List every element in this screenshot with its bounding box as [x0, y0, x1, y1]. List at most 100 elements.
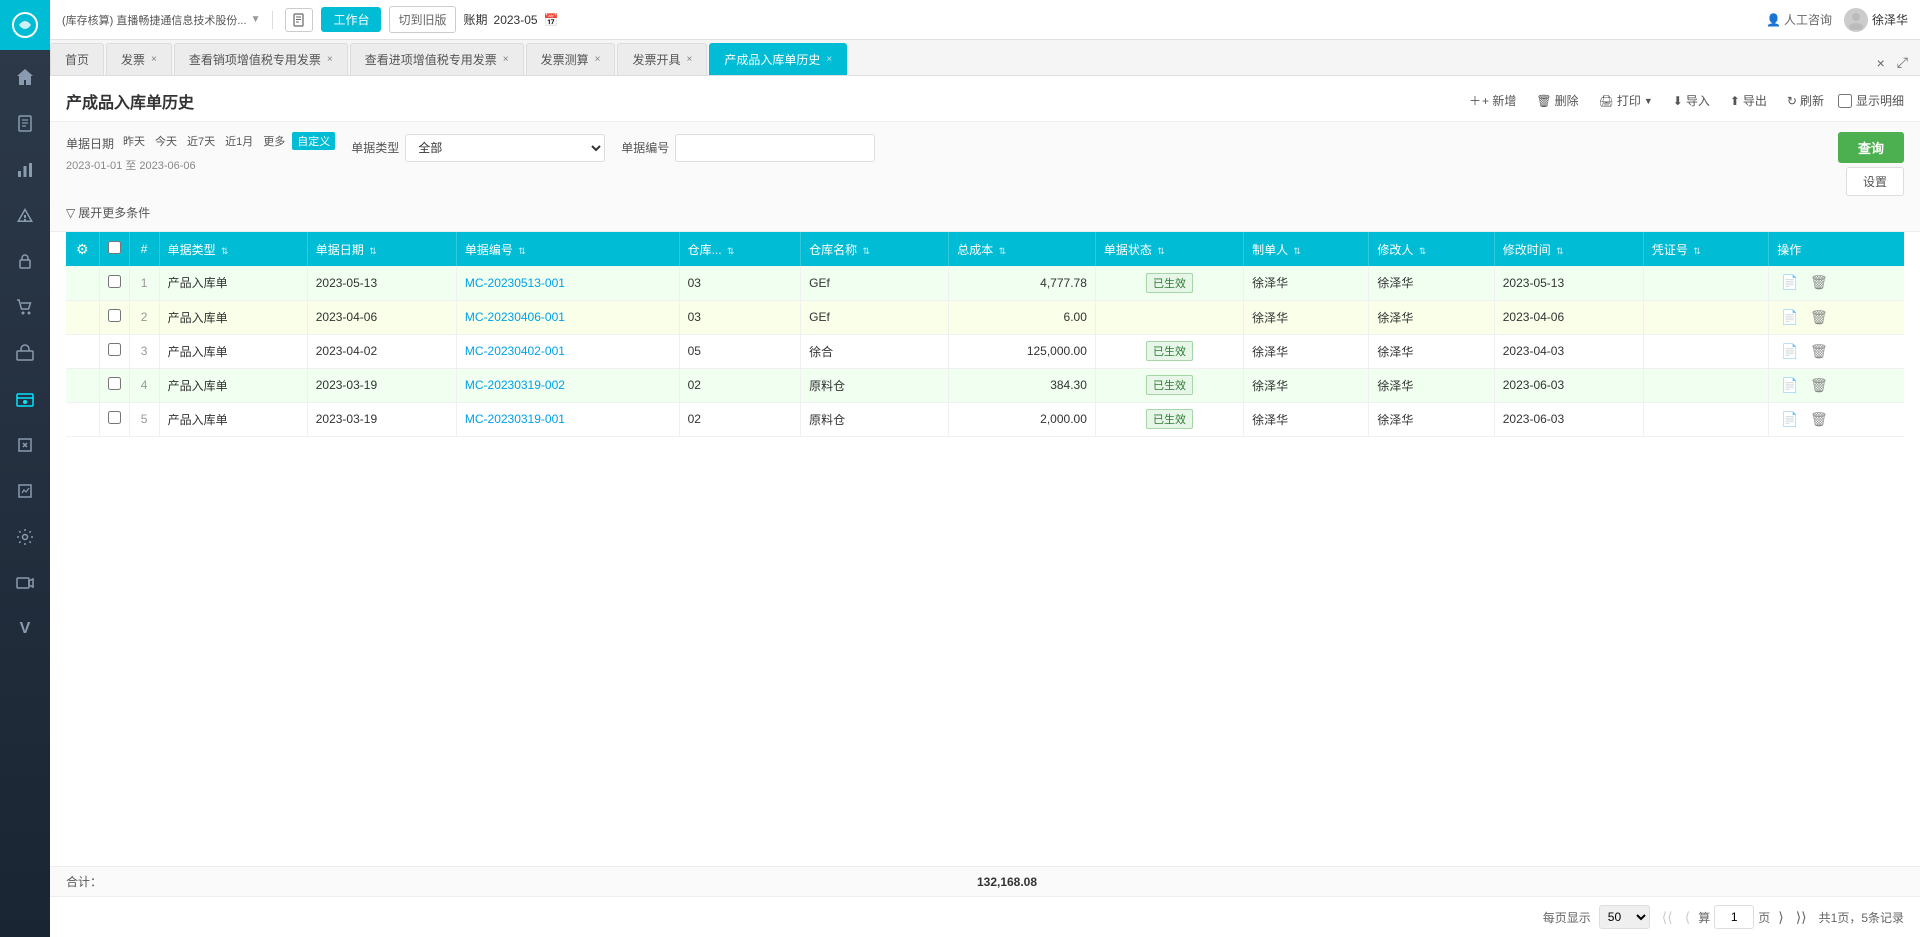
sidebar-item-video[interactable] [0, 560, 50, 606]
th-status[interactable]: 单据状态 ⇅ [1095, 232, 1243, 266]
sidebar-item-purchase[interactable] [0, 284, 50, 330]
tab-close-all-button[interactable]: × [1873, 53, 1889, 73]
workspace-button[interactable]: 工作台 [321, 7, 381, 32]
last-page-button[interactable]: ⟩⟩ [1792, 907, 1811, 928]
tab-invoice-open[interactable]: 发票开具 × [617, 43, 707, 75]
tab-query-purchase-close[interactable]: × [503, 54, 509, 65]
row-checkbox[interactable] [108, 275, 121, 288]
th-checkbox[interactable] [99, 232, 129, 266]
tab-product-history-close[interactable]: × [826, 54, 832, 65]
expand-filter-button[interactable]: ▽ 展开更多条件 [66, 204, 150, 221]
th-type[interactable]: 单据类型 ⇅ [159, 232, 307, 266]
sidebar-item-warning[interactable] [0, 192, 50, 238]
sidebar-item-lock[interactable] [0, 238, 50, 284]
doc-number-link[interactable]: MC-20230406-001 [465, 310, 565, 324]
help-button[interactable]: 👤 人工咨询 [1766, 11, 1832, 28]
page-input[interactable] [1714, 905, 1754, 929]
print-button[interactable]: 🖨 打印 ▼ [1593, 88, 1659, 113]
sidebar-item-v[interactable]: V [0, 606, 50, 652]
shortcut-yesterday[interactable]: 昨天 [120, 132, 148, 150]
th-total-cost[interactable]: 总成本 ⇅ [949, 232, 1096, 266]
number-filter-input[interactable] [675, 134, 875, 162]
reset-button[interactable]: 设置 [1846, 167, 1904, 196]
td-checkbox[interactable] [99, 300, 129, 334]
tab-query-sales[interactable]: 查看销项增值税专用发票 × [174, 43, 348, 75]
sidebar-item-finance[interactable] [0, 376, 50, 422]
tab-expand-button[interactable]: ⤢ [1893, 52, 1912, 73]
view-button[interactable]: 📄 [1777, 341, 1802, 362]
export-button[interactable]: ⬆ 导出 [1724, 88, 1773, 113]
sidebar-item-tax[interactable] [0, 422, 50, 468]
row-checkbox[interactable] [108, 343, 121, 356]
delete-row-button[interactable]: 🗑 [1806, 272, 1832, 293]
doc-number-link[interactable]: MC-20230319-002 [465, 378, 565, 392]
th-modify-time[interactable]: 修改时间 ⇅ [1494, 232, 1643, 266]
th-date[interactable]: 单据日期 ⇅ [307, 232, 456, 266]
type-filter-select[interactable]: 全部 产品入库单 [405, 134, 605, 162]
new-button[interactable]: ＋ + 新增 [1463, 88, 1522, 113]
shortcut-custom[interactable]: 自定义 [292, 132, 335, 150]
prev-page-button[interactable]: ⟨ [1681, 907, 1694, 928]
sidebar-item-inventory[interactable] [0, 330, 50, 376]
delete-row-button[interactable]: 🗑 [1806, 341, 1832, 362]
td-checkbox[interactable] [99, 334, 129, 368]
tab-query-purchase[interactable]: 查看进项增值税专用发票 × [350, 43, 524, 75]
doc-number-link[interactable]: MC-20230402-001 [465, 344, 565, 358]
next-page-button[interactable]: ⟩ [1774, 907, 1787, 928]
th-voucher[interactable]: 凭证号 ⇅ [1643, 232, 1768, 266]
first-page-button[interactable]: ⟨⟨ [1658, 907, 1677, 928]
td-number[interactable]: MC-20230319-001 [456, 402, 679, 436]
td-number[interactable]: MC-20230319-002 [456, 368, 679, 402]
tab-home[interactable]: 首页 [50, 43, 104, 75]
tab-invoice-calc[interactable]: 发票测算 × [526, 43, 616, 75]
row-checkbox[interactable] [108, 411, 121, 424]
switch-old-button[interactable]: 切到旧版 [389, 6, 455, 33]
view-button[interactable]: 📄 [1777, 409, 1802, 430]
refresh-button[interactable]: ↻ 刷新 [1781, 88, 1830, 113]
column-settings-button[interactable]: ⚙ [74, 239, 91, 260]
select-all-checkbox[interactable] [108, 241, 121, 254]
user-menu[interactable]: 徐泽华 [1844, 8, 1908, 32]
td-number[interactable]: MC-20230406-001 [456, 300, 679, 334]
td-checkbox[interactable] [99, 266, 129, 300]
query-button[interactable]: 查询 [1838, 132, 1904, 163]
td-number[interactable]: MC-20230513-001 [456, 266, 679, 300]
display-detail-checkbox-label[interactable]: 显示明细 [1838, 92, 1904, 109]
doc-number-link[interactable]: MC-20230513-001 [465, 276, 565, 290]
th-creator[interactable]: 制单人 ⇅ [1244, 232, 1369, 266]
th-modifier[interactable]: 修改人 ⇅ [1369, 232, 1494, 266]
delete-row-button[interactable]: 🗑 [1806, 409, 1832, 430]
import-button[interactable]: ⬇ 导入 [1667, 88, 1716, 113]
company-selector[interactable]: (库存核算) 直播畅捷通信息技术股份... ▼ [62, 12, 260, 28]
th-settings[interactable]: ⚙ [66, 232, 99, 266]
view-button[interactable]: 📄 [1777, 375, 1802, 396]
tab-invoice[interactable]: 发票 × [106, 43, 172, 75]
tab-query-sales-close[interactable]: × [327, 54, 333, 65]
shortcut-1month[interactable]: 近1月 [222, 132, 256, 150]
tab-product-history[interactable]: 产成品入库单历史 × [709, 43, 847, 75]
tab-invoice-close[interactable]: × [151, 54, 157, 65]
sidebar-item-analytics[interactable] [0, 146, 50, 192]
th-number[interactable]: 单据编号 ⇅ [456, 232, 679, 266]
period-calendar-icon[interactable]: 📅 [544, 13, 559, 27]
shortcut-7days[interactable]: 近7天 [184, 132, 218, 150]
delete-row-button[interactable]: 🗑 [1806, 375, 1832, 396]
shortcut-more[interactable]: 更多 [260, 132, 288, 150]
view-button[interactable]: 📄 [1777, 272, 1802, 293]
doc-number-link[interactable]: MC-20230319-001 [465, 412, 565, 426]
delete-row-button[interactable]: 🗑 [1806, 307, 1832, 328]
row-checkbox[interactable] [108, 309, 121, 322]
tab-invoice-calc-close[interactable]: × [595, 54, 601, 65]
td-checkbox[interactable] [99, 402, 129, 436]
row-checkbox[interactable] [108, 377, 121, 390]
doc-icon-button[interactable] [285, 8, 313, 32]
sidebar-item-home[interactable] [0, 54, 50, 100]
th-warehouse-name[interactable]: 仓库名称 ⇅ [801, 232, 949, 266]
view-button[interactable]: 📄 [1777, 307, 1802, 328]
td-number[interactable]: MC-20230402-001 [456, 334, 679, 368]
display-detail-checkbox[interactable] [1838, 94, 1852, 108]
th-warehouse-code[interactable]: 仓库... ⇅ [679, 232, 801, 266]
delete-button[interactable]: 🗑 删除 [1530, 88, 1584, 113]
tab-invoice-open-close[interactable]: × [686, 54, 692, 65]
td-checkbox[interactable] [99, 368, 129, 402]
